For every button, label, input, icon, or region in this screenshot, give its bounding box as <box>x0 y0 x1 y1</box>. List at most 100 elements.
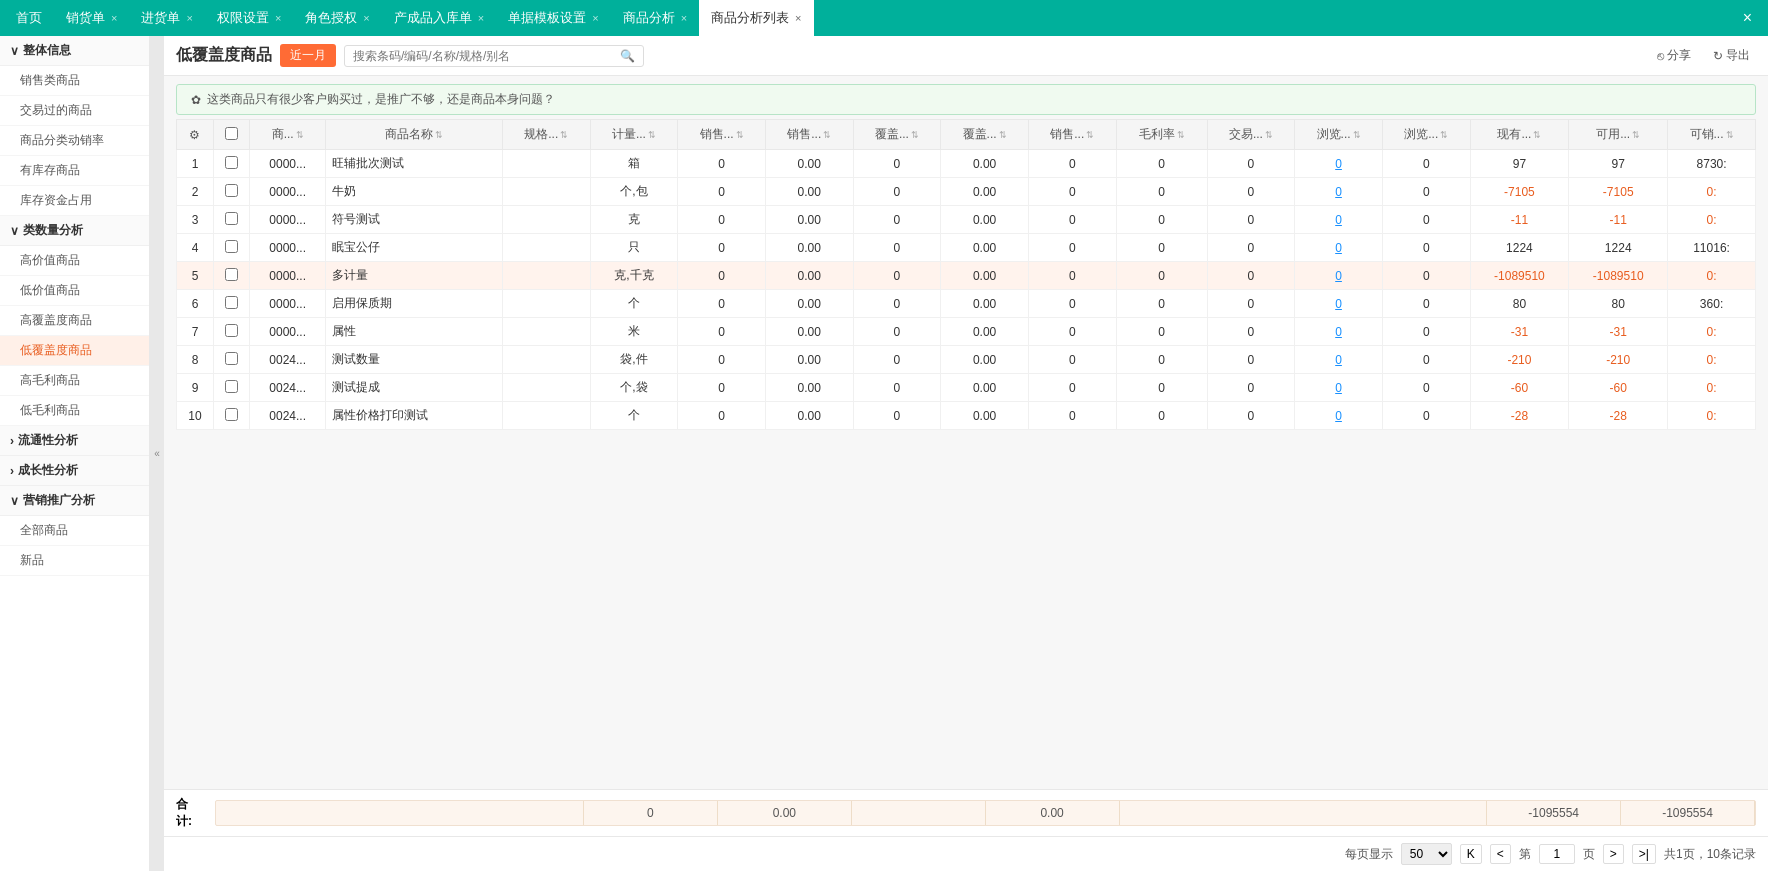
chevron-down-icon: ∨ <box>10 44 19 58</box>
row-checkbox[interactable] <box>213 346 249 374</box>
row-sales-num: 0 <box>1028 290 1116 318</box>
nav-close-production[interactable]: × <box>478 12 484 24</box>
col-cover-rate: 覆盖...⇅ <box>941 120 1029 150</box>
select-all-checkbox[interactable] <box>225 127 238 140</box>
nav-close-role[interactable]: × <box>363 12 369 24</box>
search-input[interactable] <box>353 49 616 63</box>
row-spec <box>502 290 590 318</box>
row-code: 0000... <box>250 290 326 318</box>
total-cover-spacer <box>852 801 986 825</box>
sidebar-item-has-stock[interactable]: 有库存商品 <box>0 156 149 186</box>
first-page-button[interactable]: K <box>1460 844 1482 864</box>
nav-role[interactable]: 角色授权 × <box>293 0 381 36</box>
row-name: 符号测试 <box>325 206 502 234</box>
col-settings[interactable]: ⚙ <box>177 120 214 150</box>
row-current-stock: -11 <box>1470 206 1569 234</box>
page-number-input[interactable] <box>1539 844 1575 864</box>
sidebar-item-category-turnover[interactable]: 商品分类动销率 <box>0 126 149 156</box>
row-cover-rate: 0.00 <box>941 178 1029 206</box>
row-checkbox[interactable] <box>213 150 249 178</box>
sidebar-section-liquidity[interactable]: › 流通性分析 <box>0 426 149 456</box>
row-sales-num: 0 <box>1028 178 1116 206</box>
search-icon[interactable]: 🔍 <box>620 49 635 63</box>
row-gross-margin: 0 <box>1116 234 1207 262</box>
row-browse-num: 0 <box>1295 290 1383 318</box>
row-checkbox[interactable] <box>213 374 249 402</box>
nav-goods-analysis[interactable]: 商品分析 × <box>611 0 699 36</box>
row-browse-rate: 0 <box>1382 262 1470 290</box>
window-close-button[interactable]: × <box>1731 9 1764 27</box>
nav-close-template[interactable]: × <box>592 12 598 24</box>
sidebar-item-traded-goods[interactable]: 交易过的商品 <box>0 96 149 126</box>
col-gross-margin: 毛利率⇅ <box>1116 120 1207 150</box>
last-page-button[interactable]: >| <box>1632 844 1656 864</box>
prev-page-button[interactable]: < <box>1490 844 1511 864</box>
sidebar-item-stock-fund[interactable]: 库存资金占用 <box>0 186 149 216</box>
row-browse-rate: 0 <box>1382 290 1470 318</box>
sidebar-item-high-margin[interactable]: 高毛利商品 <box>0 366 149 396</box>
sidebar-item-sales-goods[interactable]: 销售类商品 <box>0 66 149 96</box>
row-checkbox[interactable] <box>213 402 249 430</box>
table-row: 5 0000... 多计量 克,千克 0 0.00 0 0.00 0 0 0 0… <box>177 262 1756 290</box>
sidebar-section-quantity[interactable]: ∨ 类数量分析 <box>0 216 149 246</box>
row-sellable-stock: 0: <box>1668 374 1756 402</box>
nav-sales[interactable]: 销货单 × <box>54 0 129 36</box>
sidebar-item-low-value[interactable]: 低价值商品 <box>0 276 149 306</box>
row-browse-rate: 0 <box>1382 346 1470 374</box>
row-unit: 袋,件 <box>590 346 678 374</box>
nav-permission[interactable]: 权限设置 × <box>205 0 293 36</box>
row-browse-num: 0 <box>1295 262 1383 290</box>
row-spec <box>502 402 590 430</box>
row-cover-rate: 0.00 <box>941 206 1029 234</box>
row-browse-rate: 0 <box>1382 150 1470 178</box>
nav-close-purchase[interactable]: × <box>186 12 192 24</box>
chevron-down-icon-2: ∨ <box>10 224 19 238</box>
sidebar-section-overall[interactable]: ∨ 整体信息 <box>0 36 149 66</box>
row-cover-num: 0 <box>853 262 941 290</box>
sidebar-item-low-coverage[interactable]: 低覆盖度商品 <box>0 336 149 366</box>
row-unit: 米 <box>590 318 678 346</box>
sidebar-item-all-goods[interactable]: 全部商品 <box>0 516 149 546</box>
nav-close-goods-analysis[interactable]: × <box>681 12 687 24</box>
col-checkbox[interactable] <box>213 120 249 150</box>
date-filter-button[interactable]: 近一月 <box>280 44 336 67</box>
row-checkbox[interactable] <box>213 318 249 346</box>
sidebar-item-low-margin[interactable]: 低毛利商品 <box>0 396 149 426</box>
row-available-stock: -28 <box>1569 402 1668 430</box>
header-actions: ⎋ 分享 ↻ 导出 <box>1651 44 1756 67</box>
row-sellable-stock: 0: <box>1668 318 1756 346</box>
sidebar-item-high-coverage[interactable]: 高覆盖度商品 <box>0 306 149 336</box>
row-checkbox[interactable] <box>213 206 249 234</box>
nav-template[interactable]: 单据模板设置 × <box>496 0 610 36</box>
row-spec <box>502 318 590 346</box>
col-current-stock: 现有...⇅ <box>1470 120 1569 150</box>
sidebar-section-growth[interactable]: › 成长性分析 <box>0 456 149 486</box>
next-page-button[interactable]: > <box>1603 844 1624 864</box>
row-checkbox[interactable] <box>213 178 249 206</box>
row-code: 0000... <box>250 150 326 178</box>
goods-table: ⚙ 商...⇅ 商品名称⇅ 规格...⇅ 计量...⇅ 销售...⇅ 销售...… <box>176 119 1756 430</box>
nav-home[interactable]: 首页 <box>4 0 54 36</box>
nav-purchase[interactable]: 进货单 × <box>129 0 204 36</box>
nav-goods-analysis-list[interactable]: 商品分析列表 × <box>699 0 813 36</box>
sidebar-item-high-value[interactable]: 高价值商品 <box>0 246 149 276</box>
export-button[interactable]: ↻ 导出 <box>1707 44 1756 67</box>
page-size-select[interactable]: 50 100 200 <box>1401 843 1452 865</box>
chevron-down-icon-3: ∨ <box>10 494 19 508</box>
nav-close-permission[interactable]: × <box>275 12 281 24</box>
row-checkbox[interactable] <box>213 262 249 290</box>
row-gross-margin: 0 <box>1116 374 1207 402</box>
nav-production[interactable]: 产成品入库单 × <box>382 0 496 36</box>
sidebar-section-marketing[interactable]: ∨ 营销推广分析 <box>0 486 149 516</box>
share-button[interactable]: ⎋ 分享 <box>1651 44 1697 67</box>
row-trade-num: 0 <box>1207 318 1295 346</box>
nav-close-sales[interactable]: × <box>111 12 117 24</box>
row-code: 0024... <box>250 402 326 430</box>
row-checkbox[interactable] <box>213 290 249 318</box>
sidebar-collapse-handle[interactable]: « <box>150 36 164 871</box>
nav-close-goods-analysis-list[interactable]: × <box>795 12 801 24</box>
row-current-stock: 1224 <box>1470 234 1569 262</box>
sidebar-item-new-goods[interactable]: 新品 <box>0 546 149 576</box>
row-checkbox[interactable] <box>213 234 249 262</box>
row-sales-amt: 0.00 <box>765 206 853 234</box>
